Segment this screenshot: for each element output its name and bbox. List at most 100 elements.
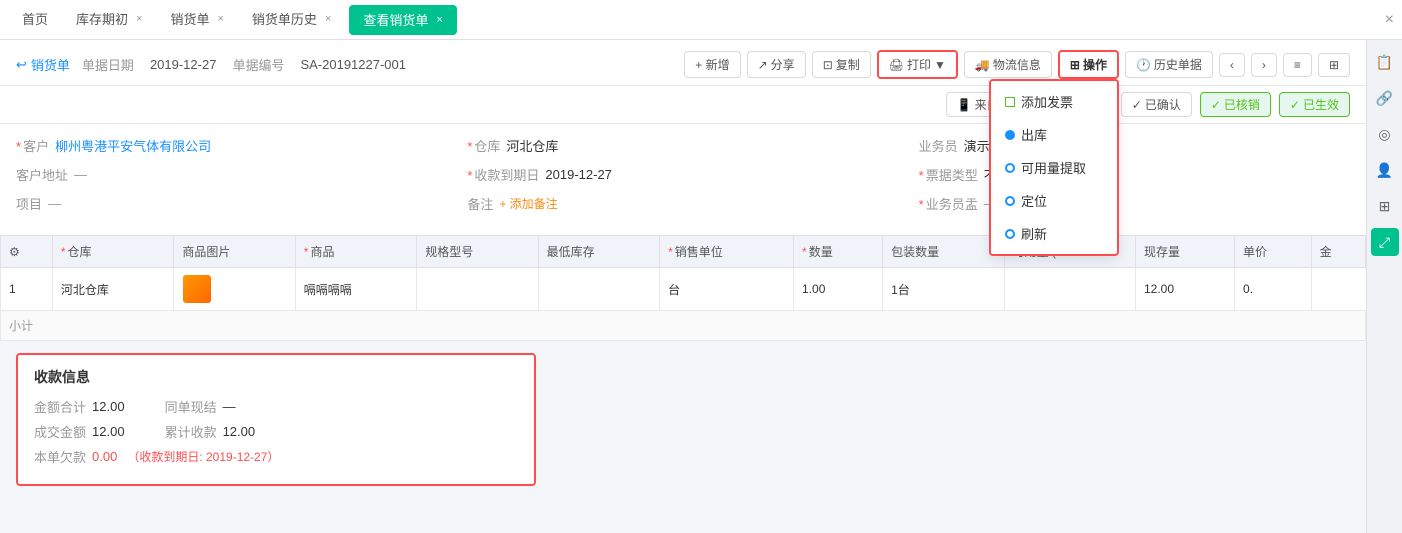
logistics-label: 物流信息 xyxy=(993,56,1041,73)
copy-icon: ⊡ xyxy=(823,58,833,72)
table-header-row: ⚙ *仓库 商品图片 *商品 规格型号 最低库存 *销售单位 *数量 包装数量 … xyxy=(1,236,1366,268)
doc-type-icon: ↩ 销货单 xyxy=(16,55,70,74)
col-product: *商品 xyxy=(295,236,416,268)
tab-sales[interactable]: 销货单 × xyxy=(156,0,237,40)
product-image xyxy=(182,274,212,304)
number-value: SA-20191227-001 xyxy=(300,57,406,72)
verified-badge[interactable]: ✓ 已核销 xyxy=(1200,92,1271,117)
window-close-button[interactable]: × xyxy=(1385,11,1394,29)
total-amount-value: 12.00 xyxy=(92,399,125,414)
row-warehouse: 河北仓库 xyxy=(52,268,173,311)
sidebar-icon-3[interactable]: ◎ xyxy=(1371,120,1399,148)
share-icon: ↗ xyxy=(758,58,768,72)
customer-value[interactable]: 柳州粤港平安气体有限公司 xyxy=(55,136,211,155)
prev-button[interactable]: ‹ xyxy=(1219,53,1245,77)
outstanding-note: （收款到期日: 2019-12-27） xyxy=(127,448,279,465)
menu-locate[interactable]: 定位 xyxy=(991,184,1117,217)
logistics-button[interactable]: 🚚 物流信息 xyxy=(964,51,1052,78)
subtotal-label: 小计 xyxy=(1,311,1366,341)
menu-available-pickup[interactable]: 可用量提取 xyxy=(991,151,1117,184)
warehouse-field: *仓库 河北仓库 xyxy=(467,136,898,155)
col-warehouse: *仓库 xyxy=(52,236,173,268)
sidebar-icon-4[interactable]: 👤 xyxy=(1371,156,1399,184)
menu-outbound[interactable]: 出库 xyxy=(991,118,1117,151)
col-spec: 规格型号 xyxy=(417,236,538,268)
effective-check-icon: ✓ xyxy=(1290,98,1300,112)
sales-table: ⚙ *仓库 商品图片 *商品 规格型号 最低库存 *销售单位 *数量 包装数量 … xyxy=(0,235,1366,341)
date-label: 单据日期 xyxy=(82,55,134,74)
effective-label: 已生效 xyxy=(1303,96,1339,113)
tab-home[interactable]: 首页 xyxy=(8,0,62,40)
tab-view-sales[interactable]: 查看销货单 × xyxy=(349,5,456,35)
address-value: — xyxy=(74,167,87,182)
accumulated-label: 累计收款 xyxy=(165,422,217,441)
row-available xyxy=(1004,268,1135,311)
row-image xyxy=(174,268,295,311)
outbound-label: 出库 xyxy=(1021,125,1047,144)
transaction-amount-label: 成交金额 xyxy=(34,422,86,441)
next-button[interactable]: › xyxy=(1251,53,1277,77)
col-settings[interactable]: ⚙ xyxy=(1,236,53,268)
salesperson-field: 业务员 演示账号 xyxy=(919,136,1350,155)
sidebar-icon-1[interactable]: 📋 xyxy=(1371,48,1399,76)
customer-field: *客户 柳州粤港平安气体有限公司 xyxy=(16,136,447,155)
accumulated-value: 12.00 xyxy=(223,424,256,439)
new-button[interactable]: + 新增 xyxy=(684,51,740,78)
tab-view-sales-close[interactable]: × xyxy=(436,14,442,26)
address-field: 客户地址 — xyxy=(16,165,447,184)
tab-bar: 首页 库存期初 × 销货单 × 销货单历史 × 查看销货单 × × xyxy=(0,0,1402,40)
payment-title: 收款信息 xyxy=(34,367,518,387)
warehouse-value: 河北仓库 xyxy=(506,136,558,155)
tab-sales-history[interactable]: 销货单历史 × xyxy=(238,0,345,40)
payment-date-field: *收款到期日 2019-12-27 xyxy=(467,165,898,184)
message-sidebar-icon: ◎ xyxy=(1378,126,1390,143)
payment-row-3: 本单欠款 0.00 （收款到期日: 2019-12-27） xyxy=(34,447,518,466)
doc-meta: 单据日期 2019-12-27 单据编号 SA-20191227-001 xyxy=(82,55,406,74)
menu-refresh[interactable]: 刷新 xyxy=(991,217,1117,250)
transaction-amount-value: 12.00 xyxy=(92,424,125,439)
confirm-button[interactable]: ✓ 已确认 xyxy=(1121,92,1192,117)
payment-row-1: 金额合计 12.00 同单现结 — xyxy=(34,397,518,416)
operations-label: 操作 xyxy=(1083,56,1107,73)
col-amount: 金 xyxy=(1311,236,1365,268)
payment-date-value: 2019-12-27 xyxy=(545,167,612,182)
col-image: 商品图片 xyxy=(174,236,295,268)
sidebar-icon-5[interactable]: ⊞ xyxy=(1371,192,1399,220)
menu-add-invoice[interactable]: 添加发票 xyxy=(991,85,1117,118)
row-unit-price: 0. xyxy=(1235,268,1312,311)
same-bill-label: 同单现结 xyxy=(165,397,217,416)
tab-sales-history-close[interactable]: × xyxy=(325,13,331,25)
col-package-qty: 包装数量 xyxy=(883,236,1004,268)
accumulated-field: 累计收款 12.00 xyxy=(165,422,256,441)
sidebar-icon-2[interactable]: 🔗 xyxy=(1371,84,1399,112)
locate-icon xyxy=(1005,196,1015,206)
tab-sales-label: 销货单 xyxy=(170,9,209,28)
verified-label: 已核销 xyxy=(1224,96,1260,113)
verified-check-icon: ✓ xyxy=(1211,98,1221,112)
share-button[interactable]: ↗ 分享 xyxy=(747,51,806,78)
row-index: 1 xyxy=(1,268,53,311)
add-note-button[interactable]: + 添加备注 xyxy=(499,195,557,212)
history-button[interactable]: 🕐 历史单据 xyxy=(1125,51,1213,78)
tab-inventory-close[interactable]: × xyxy=(136,13,142,25)
tab-home-label: 首页 xyxy=(22,9,48,28)
print-dropdown-icon: ▼ xyxy=(934,58,946,72)
list-view-button[interactable]: ≡ xyxy=(1283,53,1312,77)
row-product: 嗝嗝嗝嗝 xyxy=(295,268,416,311)
copy-sidebar-icon: 📋 xyxy=(1376,54,1393,71)
print-button[interactable]: 🖨 打印 ▼ xyxy=(877,50,958,79)
effective-badge[interactable]: ✓ 已生效 xyxy=(1279,92,1350,117)
tab-sales-close[interactable]: × xyxy=(217,13,223,25)
col-quantity: *数量 xyxy=(794,236,883,268)
expand-sidebar-icon[interactable]: ⤢ xyxy=(1371,228,1399,256)
subtotal-row: 小计 xyxy=(1,311,1366,341)
doc-title-row: ↩ 销货单 单据日期 2019-12-27 单据编号 SA-20191227-0… xyxy=(16,55,406,74)
ticket-type-field: *票据类型 不开票 xyxy=(919,165,1350,184)
refresh-icon xyxy=(1005,229,1015,239)
copy-button[interactable]: ⊡ 复制 xyxy=(812,51,871,78)
tab-inventory[interactable]: 库存期初 × xyxy=(62,0,156,40)
form-row-2: 客户地址 — *收款到期日 2019-12-27 *票据类型 不开票 xyxy=(16,165,1350,184)
operations-button[interactable]: ⊞ 操作 xyxy=(1058,50,1119,79)
sales-order-icon: ↩ xyxy=(16,57,27,73)
grid-view-button[interactable]: ⊞ xyxy=(1318,53,1350,77)
